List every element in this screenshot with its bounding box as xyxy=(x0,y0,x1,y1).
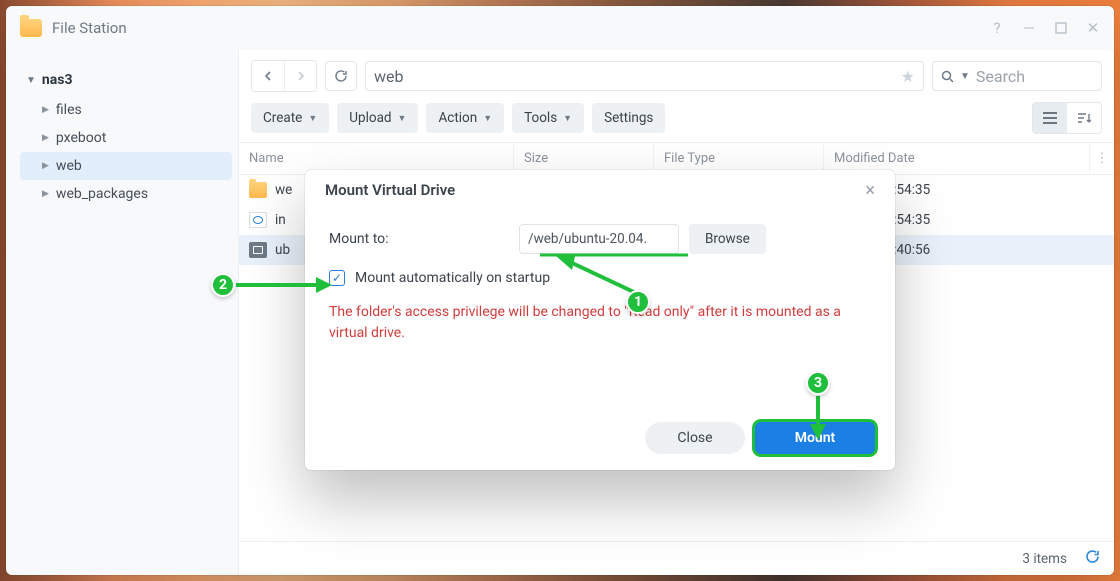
annotation-badge-1: 1 xyxy=(626,290,650,314)
sidebar-item-files[interactable]: ▶files xyxy=(20,96,232,124)
refresh-button[interactable] xyxy=(325,61,357,91)
search-input[interactable]: ▼ Search xyxy=(932,61,1102,91)
sort-button[interactable] xyxy=(1067,103,1101,133)
caret-right-icon: ▶ xyxy=(42,133,49,143)
tree-root-label: nas3 xyxy=(42,72,73,88)
close-button-dialog[interactable]: Close xyxy=(645,422,745,454)
path-value: web xyxy=(374,67,404,86)
search-icon xyxy=(941,70,954,83)
auto-mount-label: Mount automatically on startup xyxy=(355,270,550,286)
folder-icon xyxy=(249,182,267,198)
create-button[interactable]: Create▼ xyxy=(251,103,329,133)
item-count: 3 items xyxy=(1022,551,1067,567)
forward-button[interactable] xyxy=(284,61,316,91)
caret-right-icon: ▶ xyxy=(42,105,49,115)
img-icon xyxy=(249,242,267,258)
maximize-button[interactable] xyxy=(1054,21,1068,35)
caret-right-icon: ▶ xyxy=(42,161,49,171)
minimize-button[interactable]: — xyxy=(1022,21,1036,35)
sidebar-item-web[interactable]: ▶web xyxy=(20,152,232,180)
status-bar: 3 items xyxy=(239,541,1114,575)
status-refresh-icon[interactable] xyxy=(1085,549,1100,568)
annotation-underline-1 xyxy=(540,253,688,259)
tools-button[interactable]: Tools▼ xyxy=(512,103,584,133)
titlebar: File Station ? — ✕ xyxy=(6,6,1114,50)
nav-group xyxy=(251,60,317,92)
caret-down-icon: ▼ xyxy=(26,75,36,86)
tree-root[interactable]: ▼ nas3 xyxy=(20,68,232,92)
annotation-badge-3: 3 xyxy=(806,371,830,395)
back-button[interactable] xyxy=(252,61,284,91)
help-icon[interactable]: ? xyxy=(990,21,1004,35)
dialog-close-icon[interactable]: × xyxy=(865,180,875,201)
annotation-badge-2: 2 xyxy=(211,273,235,297)
annotation-arrow-3 xyxy=(810,396,830,440)
search-placeholder: Search xyxy=(976,67,1025,86)
php-icon xyxy=(249,212,267,228)
browse-button[interactable]: Browse xyxy=(689,224,766,254)
sidebar-item-pxeboot[interactable]: ▶pxeboot xyxy=(20,124,232,152)
app-icon xyxy=(20,19,42,37)
mount-to-label: Mount to: xyxy=(329,231,509,247)
star-icon[interactable]: ★ xyxy=(901,67,915,86)
upload-button[interactable]: Upload▼ xyxy=(337,103,418,133)
path-input[interactable]: web ★ xyxy=(365,61,924,91)
mount-to-input[interactable] xyxy=(519,224,679,254)
mount-virtual-drive-dialog: Mount Virtual Drive × Mount to: Browse ✓… xyxy=(305,170,895,470)
sidebar-item-web-packages[interactable]: ▶web_packages xyxy=(20,180,232,208)
list-view-button[interactable] xyxy=(1033,103,1067,133)
settings-button[interactable]: Settings xyxy=(592,103,665,133)
dialog-title: Mount Virtual Drive xyxy=(325,181,455,199)
chevron-down-icon: ▼ xyxy=(960,71,970,82)
columns-menu-icon[interactable]: ⋮ xyxy=(1090,143,1114,174)
sidebar: ▼ nas3 ▶files▶pxeboot▶web▶web_packages xyxy=(6,50,238,575)
app-title: File Station xyxy=(52,19,127,37)
close-button[interactable]: ✕ xyxy=(1086,21,1100,35)
caret-right-icon: ▶ xyxy=(42,189,49,199)
action-button[interactable]: Action▼ xyxy=(426,103,504,133)
annotation-arrow-2 xyxy=(236,277,332,297)
